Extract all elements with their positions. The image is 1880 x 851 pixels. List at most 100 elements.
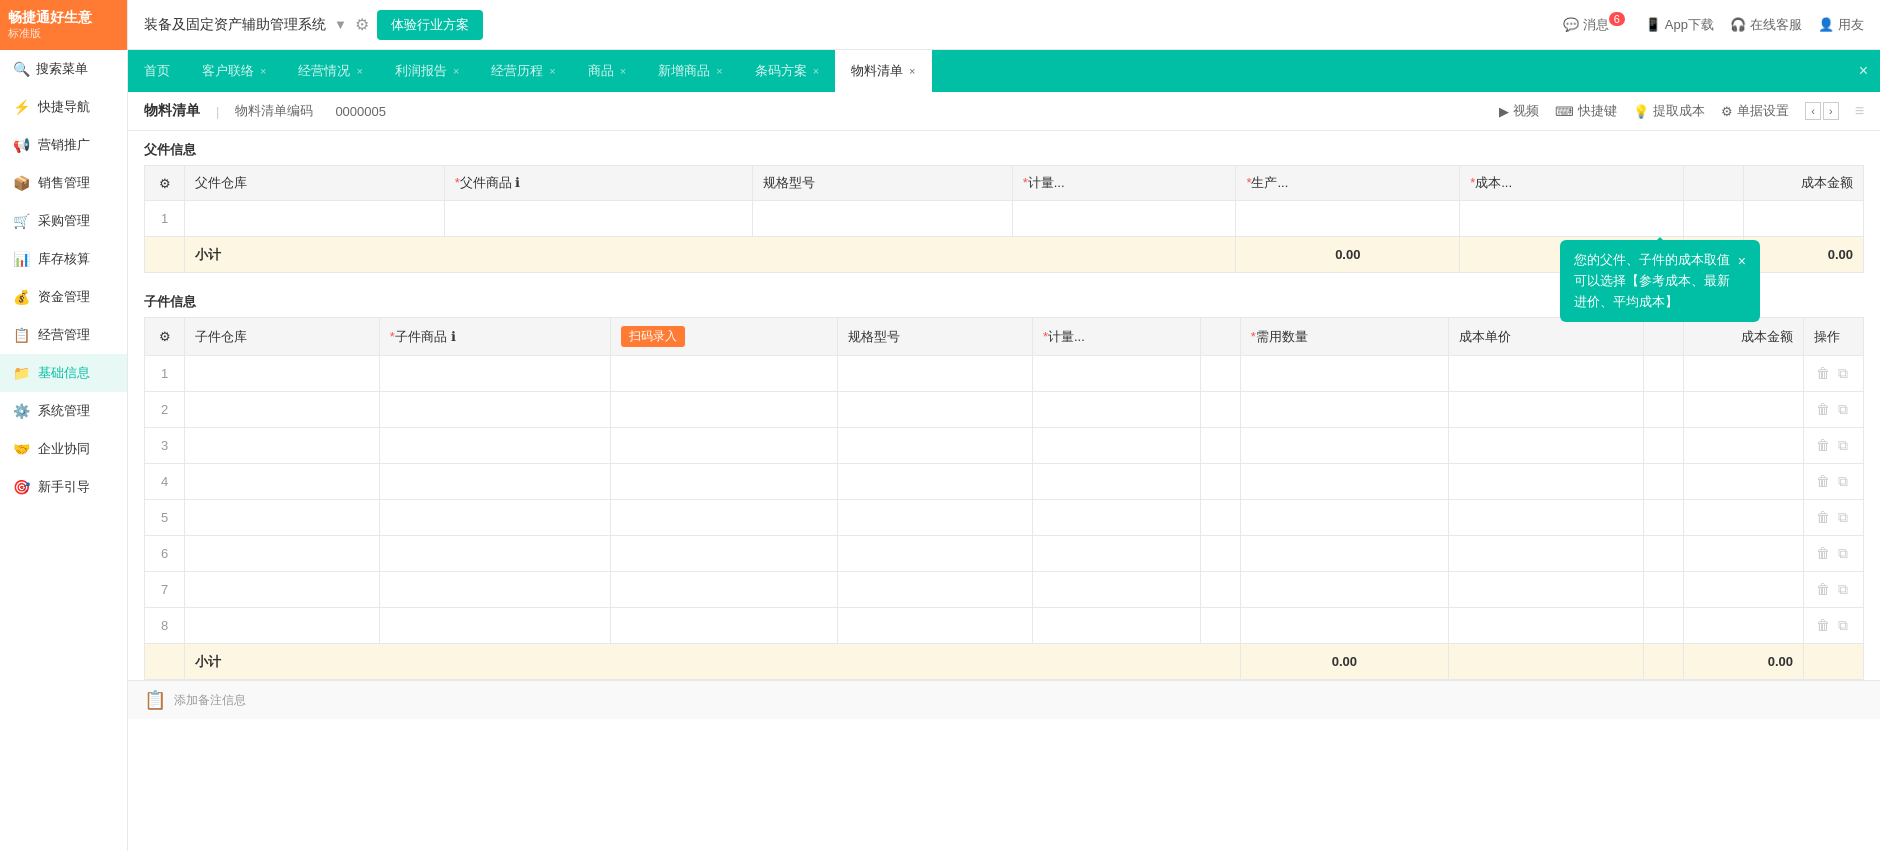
tab-operations[interactable]: 经营情况× [282, 50, 378, 92]
tab-operations-close[interactable]: × [356, 65, 362, 77]
sidebar-item-search[interactable]: 🔍 搜索菜单 [0, 50, 127, 88]
child-row-4-unit-cost[interactable] [1449, 464, 1644, 500]
parent-col-settings[interactable]: ⚙ [145, 166, 185, 201]
tab-goods[interactable]: 商品× [572, 50, 642, 92]
scan-button[interactable]: 扫码录入 [621, 326, 685, 347]
child-row-5-goods[interactable] [379, 500, 610, 536]
sidebar-item-inventory[interactable]: 📊 库存核算 [0, 240, 127, 278]
copy-icon-8[interactable]: ⧉ [1838, 617, 1848, 633]
sidebar-item-operation[interactable]: 📋 经营管理 [0, 316, 127, 354]
child-row-8-spec[interactable] [838, 608, 1033, 644]
tab-barcode-close[interactable]: × [813, 65, 819, 77]
delete-icon-2[interactable]: 🗑 [1816, 401, 1830, 417]
child-row-1-spec[interactable] [838, 356, 1033, 392]
child-row-3-warehouse[interactable] [185, 428, 380, 464]
child-row-2-spec[interactable] [838, 392, 1033, 428]
trial-button[interactable]: 体验行业方案 [377, 10, 483, 40]
child-row-7-unit-cost[interactable] [1449, 572, 1644, 608]
parent-row-1-unit[interactable] [1012, 201, 1236, 237]
tab-barcode[interactable]: 条码方案× [739, 50, 835, 92]
child-row-3-unit-cost[interactable] [1449, 428, 1644, 464]
child-row-5-qty[interactable] [1240, 500, 1448, 536]
child-row-8-goods[interactable] [379, 608, 610, 644]
child-row-5-spec[interactable] [838, 500, 1033, 536]
parent-row-1-produce[interactable] [1236, 201, 1460, 237]
child-row-2-unit-cost[interactable] [1449, 392, 1644, 428]
delete-icon-7[interactable]: 🗑 [1816, 581, 1830, 597]
parent-row-1-cost[interactable] [1460, 201, 1684, 237]
sidebar-item-sales[interactable]: 📦 销售管理 [0, 164, 127, 202]
tab-goods-close[interactable]: × [620, 65, 626, 77]
child-row-1-unit-cost[interactable] [1449, 356, 1644, 392]
tab-customer-close[interactable]: × [260, 65, 266, 77]
copy-icon-7[interactable]: ⧉ [1838, 581, 1848, 597]
child-row-3-qty[interactable] [1240, 428, 1448, 464]
child-row-4-unit[interactable] [1032, 464, 1200, 500]
child-row-7-unit[interactable] [1032, 572, 1200, 608]
child-row-5-warehouse[interactable] [185, 500, 380, 536]
app-download-button[interactable]: 📱 App下载 [1645, 16, 1714, 34]
user-menu[interactable]: 👤 用友 [1818, 16, 1864, 34]
child-row-4-qty[interactable] [1240, 464, 1448, 500]
tooltip-close-button[interactable]: × [1738, 250, 1746, 272]
prev-arrow[interactable]: ‹ [1805, 102, 1821, 120]
child-row-8-warehouse[interactable] [185, 608, 380, 644]
layout-toggle-icon[interactable]: ≡ [1855, 102, 1864, 120]
single-settings-button[interactable]: ⚙ 单据设置 [1721, 102, 1789, 120]
dropdown-arrow-icon[interactable]: ▼ [334, 17, 347, 32]
copy-icon-6[interactable]: ⧉ [1838, 545, 1848, 561]
settings-icon[interactable]: ⚙ [355, 15, 369, 34]
next-arrow[interactable]: › [1823, 102, 1839, 120]
child-row-7-spec[interactable] [838, 572, 1033, 608]
sidebar-item-guide[interactable]: 🎯 新手引导 [0, 468, 127, 506]
child-row-6-goods[interactable] [379, 536, 610, 572]
sidebar-item-collab[interactable]: 🤝 企业协同 [0, 430, 127, 468]
child-row-7-goods[interactable] [379, 572, 610, 608]
tab-profit-close[interactable]: × [453, 65, 459, 77]
child-row-2-qty[interactable] [1240, 392, 1448, 428]
child-row-3-goods[interactable] [379, 428, 610, 464]
copy-icon-5[interactable]: ⧉ [1838, 509, 1848, 525]
parent-row-1-goods[interactable] [444, 201, 752, 237]
extract-cost-button[interactable]: 💡 提取成本 [1633, 102, 1705, 120]
child-row-4-warehouse[interactable] [185, 464, 380, 500]
child-row-6-unit-cost[interactable] [1449, 536, 1644, 572]
delete-icon-1[interactable]: 🗑 [1816, 365, 1830, 381]
child-row-8-qty[interactable] [1240, 608, 1448, 644]
sidebar-item-quick-nav[interactable]: ⚡ 快捷导航 [0, 88, 127, 126]
tab-bom-close[interactable]: × [909, 65, 915, 77]
copy-icon-3[interactable]: ⧉ [1838, 437, 1848, 453]
child-row-6-qty[interactable] [1240, 536, 1448, 572]
sidebar-item-system[interactable]: ⚙️ 系统管理 [0, 392, 127, 430]
child-row-7-warehouse[interactable] [185, 572, 380, 608]
child-row-7-qty[interactable] [1240, 572, 1448, 608]
copy-icon-2[interactable]: ⧉ [1838, 401, 1848, 417]
child-row-5-unit[interactable] [1032, 500, 1200, 536]
tab-new-goods[interactable]: 新增商品× [642, 50, 738, 92]
parent-row-1-warehouse[interactable] [185, 201, 445, 237]
delete-icon-6[interactable]: 🗑 [1816, 545, 1830, 561]
tab-history-close[interactable]: × [549, 65, 555, 77]
child-row-2-warehouse[interactable] [185, 392, 380, 428]
tab-customer[interactable]: 客户联络× [186, 50, 282, 92]
child-row-6-warehouse[interactable] [185, 536, 380, 572]
child-col-settings[interactable]: ⚙ [145, 318, 185, 356]
message-button[interactable]: 💬 消息 6 [1563, 16, 1629, 34]
sidebar-item-finance[interactable]: 💰 资金管理 [0, 278, 127, 316]
child-row-1-unit[interactable] [1032, 356, 1200, 392]
child-row-1-qty[interactable] [1240, 356, 1448, 392]
child-row-2-unit[interactable] [1032, 392, 1200, 428]
child-row-1-warehouse[interactable] [185, 356, 380, 392]
copy-icon-4[interactable]: ⧉ [1838, 473, 1848, 489]
close-all-tabs[interactable]: × [1847, 62, 1880, 80]
delete-icon-8[interactable]: 🗑 [1816, 617, 1830, 633]
delete-icon-5[interactable]: 🗑 [1816, 509, 1830, 525]
child-row-3-unit[interactable] [1032, 428, 1200, 464]
sidebar-item-marketing[interactable]: 📢 营销推广 [0, 126, 127, 164]
shortcut-button[interactable]: ⌨ 快捷键 [1555, 102, 1617, 120]
child-row-2-goods[interactable] [379, 392, 610, 428]
child-row-1-goods[interactable] [379, 356, 610, 392]
tab-bom[interactable]: 物料清单× [835, 50, 931, 92]
child-row-4-goods[interactable] [379, 464, 610, 500]
child-row-8-unit-cost[interactable] [1449, 608, 1644, 644]
